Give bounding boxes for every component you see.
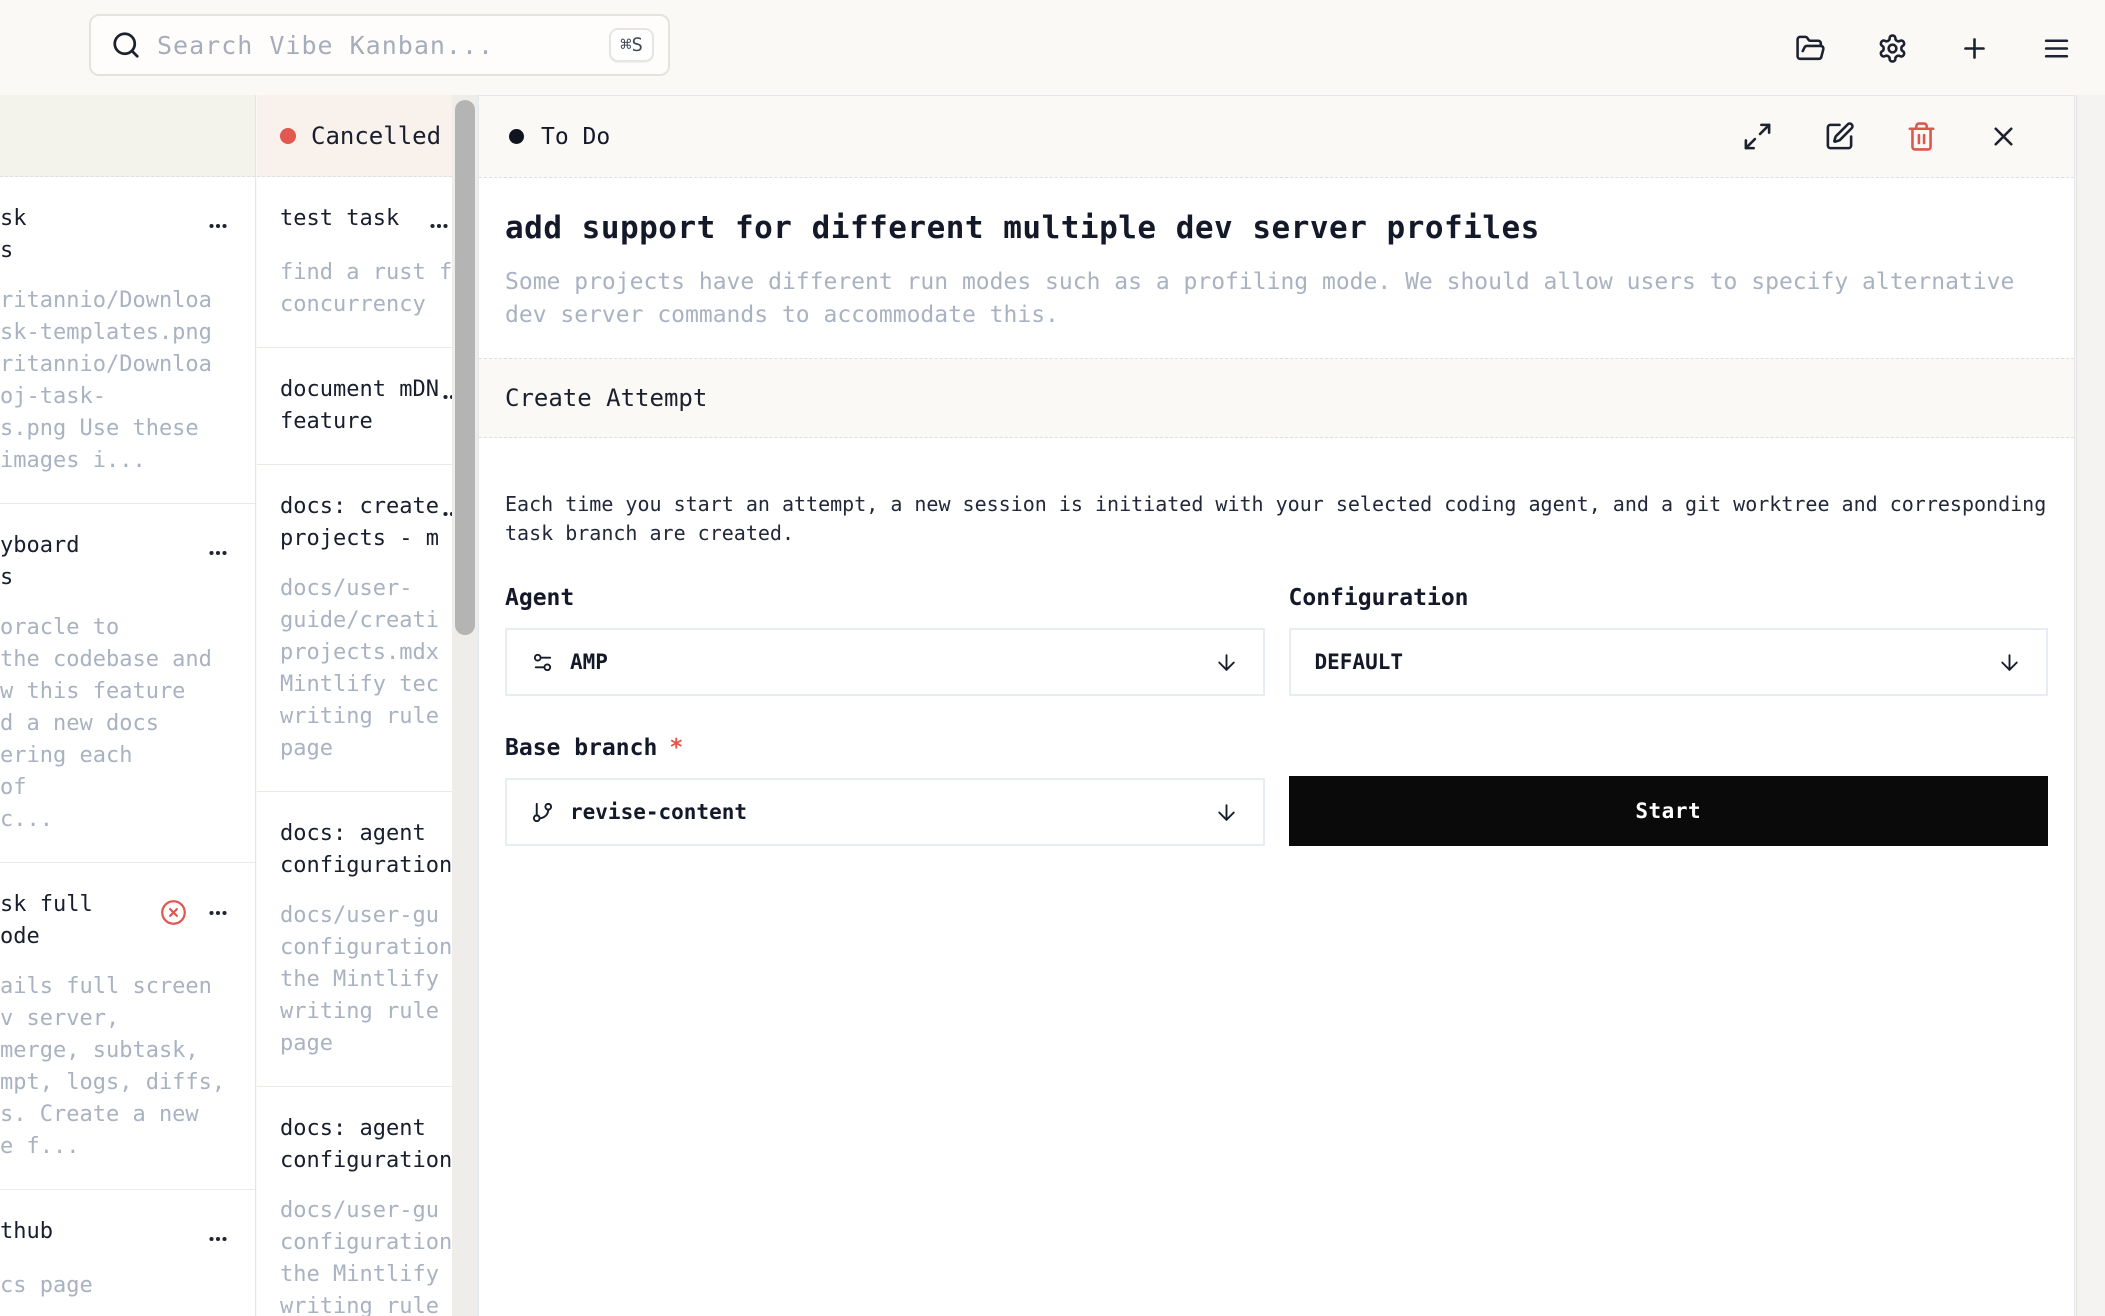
start-cell: Start — [1288, 734, 2048, 846]
task-card-title: test task — [280, 206, 400, 231]
configuration-label: Configuration — [1288, 585, 1469, 611]
hamburger-menu-icon[interactable] — [2041, 33, 2072, 64]
task-card-title: sk full ode — [0, 892, 93, 949]
agent-field: Agent AMP — [505, 584, 1265, 696]
start-button[interactable]: Start — [1288, 776, 2048, 846]
edit-icon[interactable] — [1824, 121, 1855, 152]
more-options-icon[interactable] — [205, 540, 231, 566]
configuration-value: DEFAULT — [1314, 650, 1404, 674]
topbar: ⌘S — [0, 0, 2105, 95]
expand-icon[interactable] — [1742, 121, 1773, 152]
task-card[interactable]: docs: agent configuration docs/user-gu c… — [257, 792, 452, 1087]
task-title: add support for different multiple dev s… — [505, 210, 1540, 246]
base-branch-label: Base branch * — [505, 735, 684, 761]
search-icon — [111, 30, 141, 60]
panel-scrollbar-track[interactable] — [2076, 95, 2105, 1316]
task-card[interactable]: document mDN feature — [257, 348, 452, 465]
task-details-panel: To Do add support for different multiple… — [478, 95, 2075, 1316]
column-title: Cancelled — [311, 121, 442, 150]
panel-header: To Do — [479, 96, 2074, 178]
task-card-title: docs: agent configuration — [280, 1116, 452, 1173]
sliders-icon — [531, 651, 554, 674]
settings-gear-icon[interactable] — [1877, 33, 1908, 64]
column-header: Cancelled — [257, 95, 452, 177]
base-branch-select[interactable]: revise-content — [505, 778, 1265, 846]
task-card-title: docs: agent configuration — [280, 821, 452, 878]
agent-label: Agent — [505, 585, 575, 611]
more-options-icon[interactable] — [205, 1226, 231, 1252]
cancelled-circle-x-icon — [160, 899, 187, 926]
more-options-icon[interactable] — [205, 213, 231, 239]
task-card[interactable]: docs: agent configuration docs/user-gu c… — [257, 1087, 452, 1316]
arrow-down-icon — [1214, 650, 1239, 675]
task-card-title: docs: create projects - m — [280, 494, 439, 551]
arrow-down-icon — [1997, 650, 2022, 675]
task-card-description: docs/user-gu configuration the Mintlify … — [280, 1198, 452, 1316]
create-attempt-section-header: Create Attempt — [479, 358, 2074, 438]
task-card[interactable]: yboard s oracle to the codebase and w th… — [0, 504, 255, 863]
task-card-description: oracle to the codebase and w this featur… — [0, 615, 212, 832]
close-icon[interactable] — [1988, 121, 2019, 152]
search-box[interactable]: ⌘S — [89, 14, 670, 76]
task-card[interactable]: thub cs page — [0, 1190, 255, 1316]
more-options-icon[interactable] — [439, 501, 452, 527]
task-card-title: thub — [0, 1219, 53, 1244]
more-options-icon[interactable] — [439, 384, 452, 410]
open-folder-icon[interactable] — [1795, 33, 1826, 64]
task-card[interactable]: sk s ritannio/Downloa sk-templates.png r… — [0, 177, 255, 504]
cancelled-status-dot-icon — [280, 127, 296, 144]
delete-trash-icon[interactable] — [1906, 121, 1937, 152]
topbar-actions — [1795, 33, 2072, 64]
search-shortcut-badge: ⌘S — [609, 28, 654, 62]
base-branch-value: revise-content — [570, 800, 748, 824]
plus-icon[interactable] — [1959, 33, 1990, 64]
base-branch-field: Base branch * revise-content — [505, 734, 1265, 846]
task-card[interactable]: docs: create projects - m docs/user- gui… — [257, 465, 452, 792]
attempt-info-text: Each time you start an attempt, a new se… — [505, 492, 2047, 545]
task-description: Some projects have different run modes s… — [505, 269, 2015, 328]
section-title: Create Attempt — [505, 384, 708, 412]
required-asterisk: * — [669, 735, 684, 761]
panel-actions — [1742, 121, 2019, 152]
task-card-title: yboard s — [0, 533, 80, 590]
arrow-down-icon — [1214, 800, 1239, 825]
agent-select[interactable]: AMP — [505, 628, 1265, 696]
task-card-description: ails full screen v server, merge, subtas… — [0, 974, 226, 1159]
task-card-description: docs/user- guide/creati projects.mdx Min… — [280, 576, 439, 761]
task-status-label: To Do — [541, 123, 611, 150]
task-card-title: sk s — [0, 206, 27, 263]
more-options-icon[interactable] — [426, 213, 452, 239]
configuration-field: Configuration DEFAULT — [1288, 584, 2048, 696]
todo-status-dot-icon — [509, 129, 524, 144]
column-header — [0, 95, 255, 177]
kanban-column-left-partial: sk s ritannio/Downloa sk-templates.png r… — [0, 95, 256, 1316]
panel-body: add support for different multiple dev s… — [479, 210, 2074, 846]
task-card-description: find a rust f concurrency — [280, 260, 452, 317]
agent-value: AMP — [570, 650, 608, 674]
search-input[interactable] — [157, 30, 594, 60]
task-card[interactable]: test task find a rust f concurrency — [257, 177, 452, 348]
kanban-column-cancelled: Cancelled test task find a rust f concur… — [257, 95, 452, 1316]
column-cards: sk s ritannio/Downloa sk-templates.png r… — [0, 177, 255, 1316]
column-cards: test task find a rust f concurrency docu… — [257, 177, 452, 1316]
more-options-icon[interactable] — [205, 900, 231, 926]
task-card-description: docs/user-gu configuration the Mintlify … — [280, 903, 452, 1056]
git-branch-icon — [531, 801, 554, 824]
configuration-select[interactable]: DEFAULT — [1288, 628, 2048, 696]
task-card-title: document mDN feature — [280, 377, 439, 434]
scrollbar-thumb[interactable] — [455, 100, 475, 635]
task-card-description: cs page — [0, 1273, 93, 1298]
task-card-description: ritannio/Downloa sk-templates.png ritann… — [0, 288, 212, 473]
create-attempt-form: Agent AMP Configuration DEFAULT Base bra… — [505, 584, 2048, 846]
task-card[interactable]: sk full ode ails full screen v server, m… — [0, 863, 255, 1190]
board-scrollbar[interactable] — [452, 95, 478, 1316]
